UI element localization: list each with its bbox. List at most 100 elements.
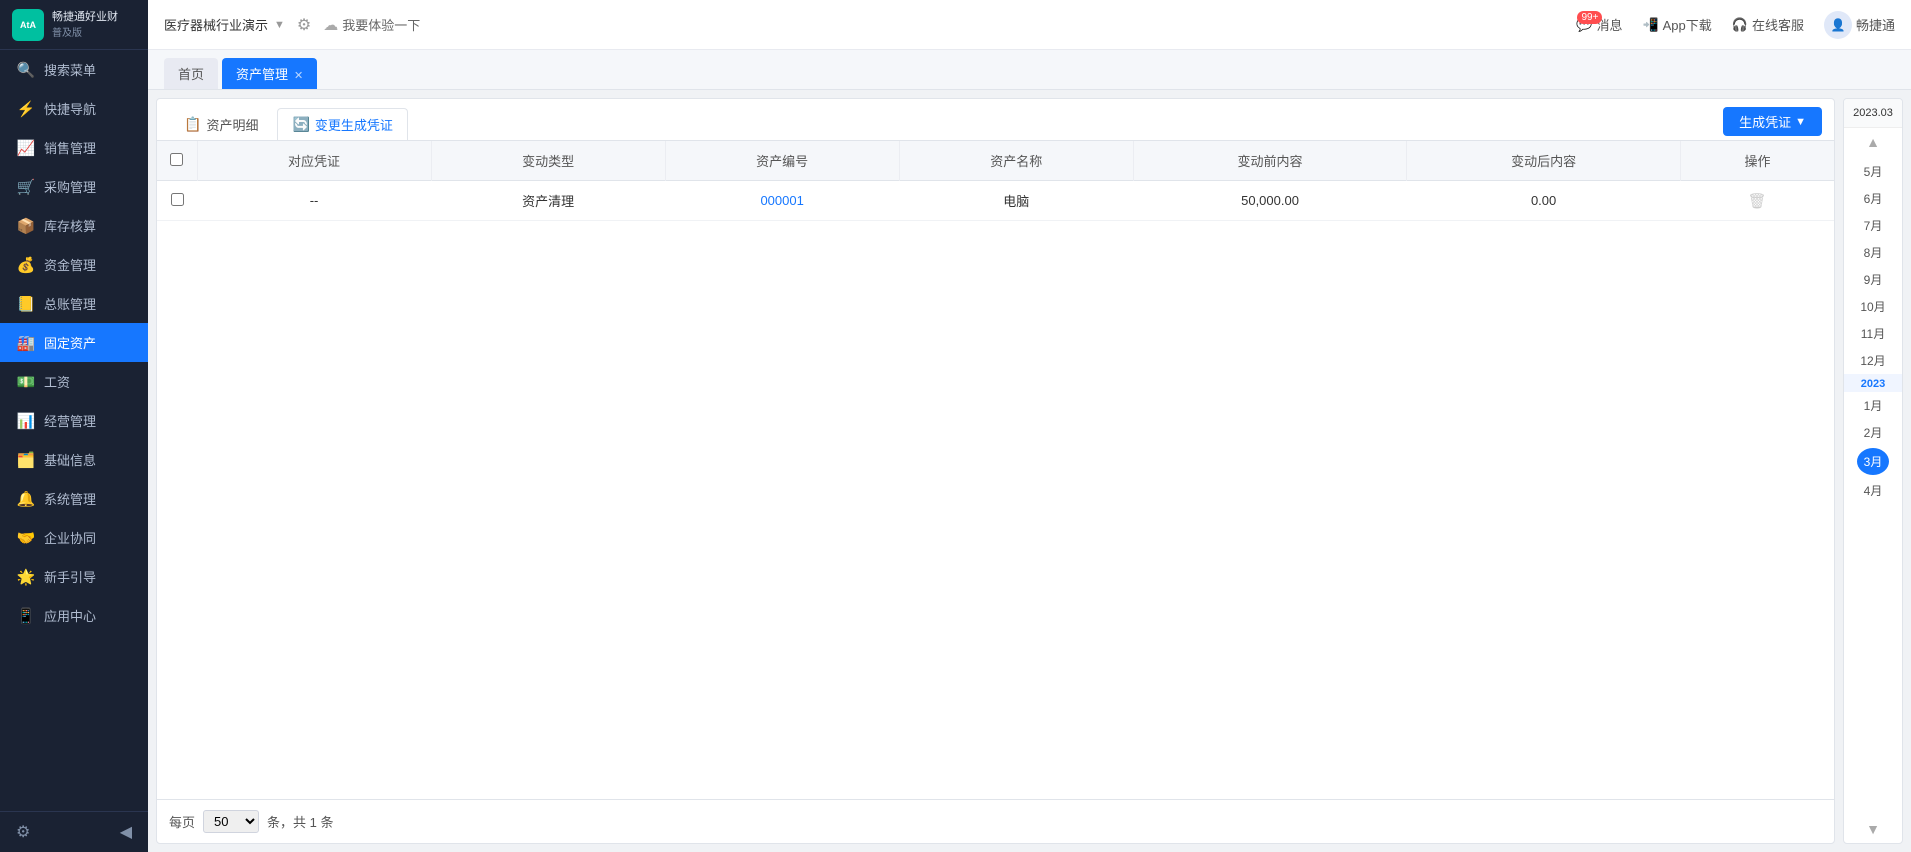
- month-item[interactable]: 4月: [1844, 477, 1902, 504]
- logo-icon: AtA: [12, 9, 44, 41]
- subtab-icon-asset-detail: 📋: [184, 116, 201, 133]
- nav-icon-quick-nav: ⚡: [16, 100, 36, 118]
- nav-icon-ledger: 📒: [16, 295, 36, 313]
- sidebar-item-salary[interactable]: 💵 工资: [0, 362, 148, 401]
- sidebar-item-basic-info[interactable]: 🗂️ 基础信息: [0, 440, 148, 479]
- sidebar-label-enterprise: 企业协同: [44, 528, 96, 547]
- month-item[interactable]: 9月: [1844, 266, 1902, 293]
- nav-icon-operations: 📊: [16, 412, 36, 430]
- sidebar-item-quick-nav[interactable]: ⚡快捷导航: [0, 89, 148, 128]
- sidebar-label-basic-info: 基础信息: [44, 450, 96, 469]
- sidebar-label-inventory: 库存核算: [44, 216, 96, 235]
- icon-online-support: 🎧: [1732, 17, 1748, 33]
- tab-home[interactable]: 首页: [164, 58, 218, 89]
- tab-asset-mgmt[interactable]: 资产管理 ✕: [222, 58, 317, 89]
- sidebar: AtA 畅捷通好业财 普及版 🔍搜索菜单⚡快捷导航📈销售管理🛒采购管理📦库存核算…: [0, 0, 148, 852]
- year-label-2023: 2023: [1844, 374, 1902, 392]
- settings-icon[interactable]: ⚙: [16, 822, 30, 842]
- col-header-checkbox: [157, 141, 197, 181]
- sidebar-label-salary: 工资: [44, 372, 70, 391]
- collapse-icon[interactable]: ◀: [120, 822, 132, 842]
- label-online-support: 在线客服: [1752, 15, 1804, 34]
- month-item[interactable]: 7月: [1844, 212, 1902, 239]
- experience-button[interactable]: ☁ 我要体验一下: [323, 15, 420, 34]
- tab-close-icon[interactable]: ✕: [294, 70, 303, 82]
- month-item[interactable]: 11月: [1844, 320, 1902, 347]
- label-app-download: App下载: [1663, 15, 1712, 34]
- sidebar-item-enterprise[interactable]: 🤝企业协同: [0, 518, 148, 557]
- company-selector[interactable]: 医疗器械行业演示 ▼: [164, 15, 285, 34]
- sidebar-item-system[interactable]: 🔔系统管理: [0, 479, 148, 518]
- per-page-select[interactable]: 102050100: [203, 810, 259, 833]
- company-name: 医疗器械行业演示: [164, 15, 268, 34]
- month-item[interactable]: 2月: [1844, 419, 1902, 446]
- row-checkbox[interactable]: [171, 193, 184, 206]
- generate-voucher-button[interactable]: 生成凭证 ▼: [1723, 107, 1822, 136]
- topbar-right: 💬99+消息 📲 App下载 🎧在线客服 👤畅捷通: [1576, 11, 1895, 39]
- subtab-asset-detail[interactable]: 📋资产明细: [169, 108, 273, 140]
- row-asset-name: 电脑: [899, 181, 1133, 221]
- icon-app-download: 📲: [1642, 17, 1658, 33]
- topbar-item-app-download[interactable]: 📲 App下载: [1642, 15, 1711, 34]
- topbar-item-user[interactable]: 👤畅捷通: [1824, 11, 1895, 39]
- pagination: 每页 102050100 条，共 1 条: [157, 799, 1834, 843]
- sidebar-item-guide[interactable]: 🌟新手引导: [0, 557, 148, 596]
- month-item[interactable]: 6月: [1844, 185, 1902, 212]
- sidebar-label-sales: 销售管理: [44, 138, 96, 157]
- row-checkbox-cell: [157, 181, 197, 221]
- sidebar-item-capital[interactable]: 💰资金管理: [0, 245, 148, 284]
- scroll-up-icon[interactable]: ▲: [1864, 132, 1882, 152]
- scroll-down-icon[interactable]: ▼: [1864, 819, 1882, 839]
- month-item[interactable]: 3月: [1857, 448, 1889, 475]
- nav-icon-basic-info: 🗂️: [16, 451, 36, 469]
- sidebar-label-search-menu: 搜索菜单: [44, 60, 96, 79]
- sidebar-label-ledger: 总账管理: [44, 294, 96, 313]
- sidebar-label-app-center: 应用中心: [44, 606, 96, 625]
- month-item[interactable]: 12月: [1844, 347, 1902, 374]
- sidebar-item-app-center[interactable]: 📱应用中心: [0, 596, 148, 635]
- sidebar-item-sales[interactable]: 📈销售管理: [0, 128, 148, 167]
- topbar-item-online-support[interactable]: 🎧在线客服: [1732, 15, 1804, 34]
- sidebar-item-operations[interactable]: 📊经营管理: [0, 401, 148, 440]
- nav-icon-salary: 💵: [16, 373, 36, 391]
- month-item[interactable]: 10月: [1844, 293, 1902, 320]
- sidebar-item-ledger[interactable]: 📒 总账管理: [0, 284, 148, 323]
- row-before-change: 50,000.00: [1133, 181, 1407, 221]
- subtab-bar: 📋资产明细 🔄 变更生成凭证 生成凭证 ▼: [157, 99, 1834, 141]
- icon-messages: 💬99+: [1576, 17, 1592, 33]
- date-panel: 2023.03 ▲ 5月6月7月8月9月10月11月12月20231月2月3月4…: [1843, 98, 1903, 844]
- month-item[interactable]: 1月: [1844, 392, 1902, 419]
- nav-icon-fixed-assets: 🏭: [16, 334, 36, 352]
- sidebar-label-capital: 资金管理: [44, 255, 96, 274]
- subtab-label-change-voucher: 变更生成凭证: [315, 115, 393, 134]
- asset-table-wrapper: 对应凭证变动类型资产编号资产名称变动前内容变动后内容操作 -- 资产清理 000…: [157, 141, 1834, 799]
- tabbar: 首页 资产管理 ✕: [148, 50, 1911, 90]
- month-item[interactable]: 5月: [1844, 158, 1902, 185]
- nav-icon-system: 🔔: [16, 490, 36, 508]
- subtab-icon-change-voucher: 🔄: [292, 116, 309, 133]
- tab-label: 资产管理: [236, 67, 288, 82]
- sidebar-label-fixed-assets: 固定资产: [44, 333, 96, 352]
- select-all-checkbox[interactable]: [170, 153, 183, 166]
- logo-sub: 普及版: [52, 24, 118, 39]
- col-header-asset-name: 资产名称: [899, 141, 1133, 181]
- sidebar-item-fixed-assets[interactable]: 🏭 固定资产: [0, 323, 148, 362]
- col-header-asset-code: 资产编号: [665, 141, 899, 181]
- settings-icon[interactable]: ⚙: [297, 15, 311, 35]
- sidebar-item-purchase[interactable]: 🛒采购管理: [0, 167, 148, 206]
- month-item[interactable]: 8月: [1844, 239, 1902, 266]
- main-area: 医疗器械行业演示 ▼ ⚙ ☁ 我要体验一下 💬99+消息 📲 App下载 🎧在线客服 👤…: [148, 0, 1911, 852]
- sidebar-item-inventory[interactable]: 📦库存核算: [0, 206, 148, 245]
- date-panel-header: 2023.03: [1844, 99, 1902, 128]
- col-header-change-type: 变动类型: [431, 141, 665, 181]
- topbar-item-messages[interactable]: 💬99+消息: [1576, 15, 1622, 34]
- table-row: -- 资产清理 000001 电脑 50,000.00 0.00 🗑: [157, 181, 1834, 221]
- sidebar-label-guide: 新手引导: [44, 567, 96, 586]
- month-list: 5月6月7月8月9月10月11月12月20231月2月3月4月: [1844, 156, 1902, 815]
- content-area: 📋资产明细 🔄 变更生成凭证 生成凭证 ▼ 对应凭证变动类型资产编号资产名称变动前内…: [148, 90, 1911, 852]
- nav-icon-purchase: 🛒: [16, 178, 36, 196]
- sidebar-item-search-menu[interactable]: 🔍搜索菜单: [0, 50, 148, 89]
- delete-icon[interactable]: 🗑: [1748, 193, 1767, 210]
- experience-label: 我要体验一下: [342, 15, 420, 34]
- subtab-change-voucher[interactable]: 🔄 变更生成凭证: [277, 108, 407, 140]
